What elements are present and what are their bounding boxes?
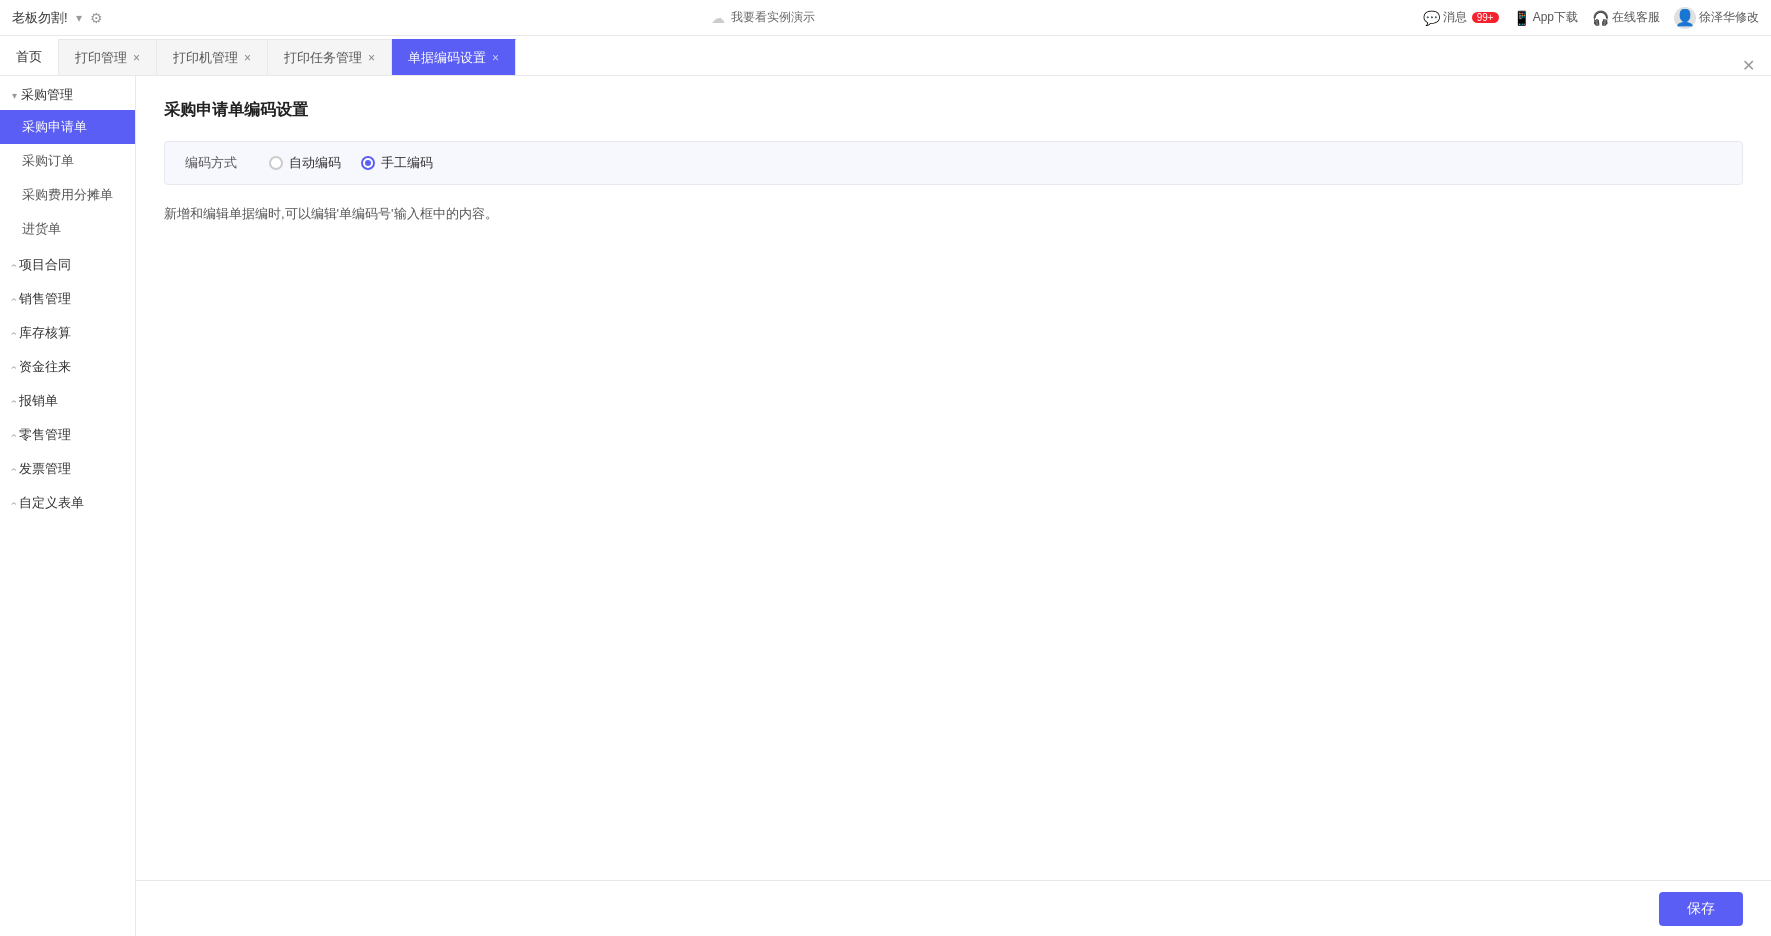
app-title: 老板勿割! [12, 9, 68, 27]
sidebar-item-purchase-order[interactable]: 采购订单 [0, 144, 135, 178]
inventory-group-arrow: › [8, 331, 19, 334]
tab-print-management-close[interactable]: × [133, 51, 140, 65]
sidebar-group-custom-form-title[interactable]: › 自定义表单 [0, 484, 135, 518]
sidebar-item-purchase-expense[interactable]: 采购费用分摊单 [0, 178, 135, 212]
custom-form-group-arrow: › [8, 501, 19, 504]
tab-bar: 首页 打印管理 × 打印机管理 × 打印任务管理 × 单据编码设置 × ✕ [0, 36, 1771, 76]
sidebar-group-funds-title[interactable]: › 资金往来 [0, 348, 135, 382]
settings-icon[interactable]: ⚙ [90, 10, 103, 26]
tab-home-label: 首页 [16, 48, 42, 66]
sidebar-item-purchase-request[interactable]: 采购申请单 [0, 110, 135, 144]
tab-print-management-label: 打印管理 [75, 49, 127, 67]
sidebar-group-invoice-title[interactable]: › 发票管理 [0, 450, 135, 484]
sales-group-arrow: › [8, 297, 19, 300]
sidebar-group-inventory: › 库存核算 [0, 314, 135, 348]
returns-group-arrow: › [8, 399, 19, 402]
tab-barcode-setting-label: 单据编码设置 [408, 49, 486, 67]
top-bar-right: 💬 消息 99+ 📱 App下载 🎧 在线客服 👤 徐泽华修改 [1423, 7, 1759, 29]
sidebar-item-purchase-expense-label: 采购费用分摊单 [22, 187, 113, 202]
radio-auto-circle [269, 156, 283, 170]
user-name: 徐泽华修改 [1699, 9, 1759, 26]
sidebar-group-invoice: › 发票管理 [0, 450, 135, 484]
encoding-row: 编码方式 自动编码 手工编码 [164, 141, 1743, 185]
invoice-group-arrow: › [8, 467, 19, 470]
tab-printer-management-close[interactable]: × [244, 51, 251, 65]
funds-group-label: 资金往来 [19, 358, 71, 376]
message-label: 消息 [1443, 9, 1467, 26]
custom-form-group-label: 自定义表单 [19, 494, 84, 512]
hint-text: 新增和编辑单据编时,可以编辑'单编码号'输入框中的内容。 [164, 205, 1743, 223]
project-group-label: 项目合同 [19, 256, 71, 274]
online-service-button[interactable]: 🎧 在线客服 [1592, 9, 1660, 26]
funds-group-arrow: › [8, 365, 19, 368]
bottom-bar: 保存 [136, 880, 1771, 936]
retail-group-label: 零售管理 [19, 426, 71, 444]
app-download-label: App下载 [1533, 9, 1578, 26]
sidebar-group-sales-title[interactable]: › 销售管理 [0, 280, 135, 314]
tab-print-management[interactable]: 打印管理 × [59, 39, 157, 75]
radio-manual[interactable]: 手工编码 [361, 154, 433, 172]
sales-group-label: 销售管理 [19, 290, 71, 308]
content-inner: 采购申请单编码设置 编码方式 自动编码 手工编码 新增和编辑单据编时,可以编辑'… [136, 76, 1771, 880]
tab-print-task-close[interactable]: × [368, 51, 375, 65]
sidebar-item-stock-in-label: 进货单 [22, 221, 61, 236]
sidebar-group-purchase: ▾ 采购管理 采购申请单 采购订单 采购费用分摊单 进货单 [0, 76, 135, 246]
inventory-group-label: 库存核算 [19, 324, 71, 342]
top-bar-left: 老板勿割! ▾ ⚙ [12, 9, 103, 27]
sidebar-group-project: › 项目合同 [0, 246, 135, 280]
retail-group-arrow: › [8, 433, 19, 436]
tab-bar-close-button[interactable]: ✕ [1742, 56, 1755, 75]
app-download-button[interactable]: 📱 App下载 [1513, 9, 1578, 26]
tab-barcode-setting-close[interactable]: × [492, 51, 499, 65]
main-layout: ▾ 采购管理 采购申请单 采购订单 采购费用分摊单 进货单 › 项目合同 [0, 76, 1771, 936]
tab-home[interactable]: 首页 [0, 39, 59, 75]
online-service-label: 在线客服 [1612, 9, 1660, 26]
radio-auto[interactable]: 自动编码 [269, 154, 341, 172]
tab-print-task[interactable]: 打印任务管理 × [268, 39, 392, 75]
sidebar: ▾ 采购管理 采购申请单 采购订单 采购费用分摊单 进货单 › 项目合同 [0, 76, 136, 936]
sidebar-group-retail-title[interactable]: › 零售管理 [0, 416, 135, 450]
purchase-group-label: 采购管理 [21, 86, 73, 104]
top-bar-center: ☁ 我要看实例演示 [711, 9, 815, 26]
radio-manual-circle [361, 156, 375, 170]
sidebar-group-inventory-title[interactable]: › 库存核算 [0, 314, 135, 348]
radio-auto-label: 自动编码 [289, 154, 341, 172]
sidebar-item-purchase-request-label: 采购申请单 [22, 119, 87, 134]
message-button[interactable]: 💬 消息 99+ [1423, 9, 1499, 26]
returns-group-label: 报销单 [19, 392, 58, 410]
radio-manual-label: 手工编码 [381, 154, 433, 172]
top-bar: 老板勿割! ▾ ⚙ ☁ 我要看实例演示 💬 消息 99+ 📱 App下载 🎧 在… [0, 0, 1771, 36]
radio-group: 自动编码 手工编码 [269, 154, 433, 172]
content-area: 采购申请单编码设置 编码方式 自动编码 手工编码 新增和编辑单据编时,可以编辑'… [136, 76, 1771, 936]
invoice-group-label: 发票管理 [19, 460, 71, 478]
encoding-label: 编码方式 [185, 154, 245, 172]
sidebar-group-returns: › 报销单 [0, 382, 135, 416]
purchase-group-arrow: ▾ [12, 90, 17, 101]
message-badge: 99+ [1472, 12, 1499, 23]
sidebar-group-sales: › 销售管理 [0, 280, 135, 314]
save-button[interactable]: 保存 [1659, 892, 1743, 926]
sidebar-group-retail: › 零售管理 [0, 416, 135, 450]
sidebar-item-stock-in[interactable]: 进货单 [0, 212, 135, 246]
page-title: 采购申请单编码设置 [164, 100, 1743, 121]
tab-print-task-label: 打印任务管理 [284, 49, 362, 67]
tab-printer-management-label: 打印机管理 [173, 49, 238, 67]
user-avatar-area[interactable]: 👤 徐泽华修改 [1674, 7, 1759, 29]
project-group-arrow: › [8, 263, 19, 266]
dropdown-icon[interactable]: ▾ [76, 11, 82, 25]
sidebar-group-custom-form: › 自定义表单 [0, 484, 135, 518]
sidebar-group-funds: › 资金往来 [0, 348, 135, 382]
sidebar-item-purchase-order-label: 采购订单 [22, 153, 74, 168]
tab-printer-management[interactable]: 打印机管理 × [157, 39, 268, 75]
sidebar-group-project-title[interactable]: › 项目合同 [0, 246, 135, 280]
demo-text[interactable]: 我要看实例演示 [731, 9, 815, 26]
sidebar-group-returns-title[interactable]: › 报销单 [0, 382, 135, 416]
tab-barcode-setting[interactable]: 单据编码设置 × [392, 39, 516, 75]
sidebar-group-purchase-title[interactable]: ▾ 采购管理 [0, 76, 135, 110]
